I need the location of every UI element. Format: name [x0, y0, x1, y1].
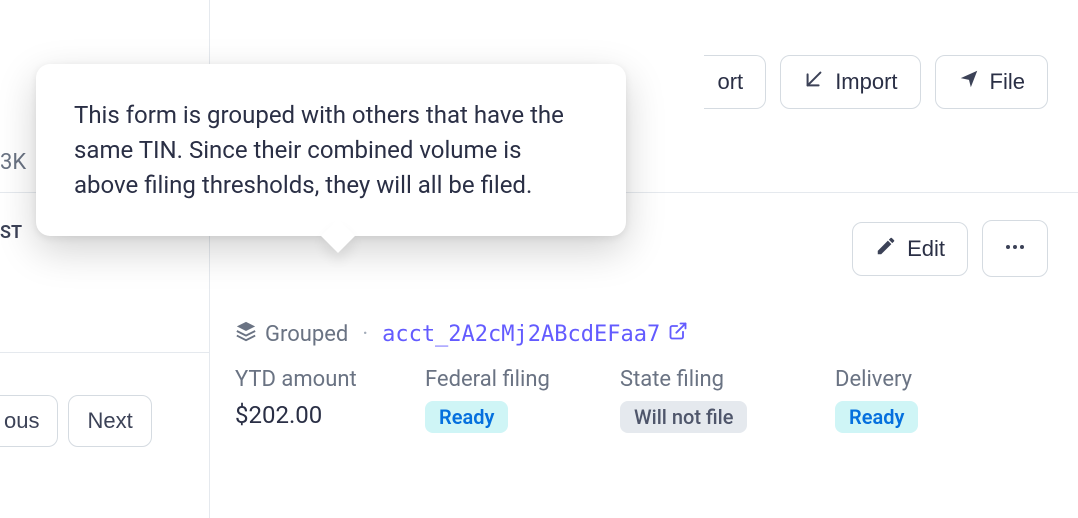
sidebar-divider [0, 352, 210, 353]
grouped-indicator: Grouped [235, 320, 348, 348]
sidebar-fragment-count: 3K [0, 150, 26, 175]
import-button-label: Import [835, 69, 897, 95]
previous-button-label: ous [4, 408, 39, 434]
stat-state-badge: Will not file [620, 401, 747, 433]
layers-icon [235, 320, 257, 348]
sidebar-fragment-label: ST [0, 222, 22, 243]
stat-federal-badge: Ready [425, 401, 508, 433]
ellipsis-icon [1003, 235, 1027, 262]
grouped-label: Grouped [265, 322, 348, 347]
stat-delivery-label: Delivery [835, 365, 1015, 395]
next-button[interactable]: Next [68, 395, 151, 447]
import-arrow-icon [803, 68, 825, 96]
previous-button[interactable]: ous [0, 395, 58, 447]
file-button[interactable]: File [935, 55, 1048, 109]
stat-state: State filing Will not file [620, 365, 835, 433]
toolbar: ort Import File [704, 55, 1049, 109]
meta-row: Grouped · acct_2A2cMj2ABcdEFaa7 [235, 320, 688, 348]
grouped-tooltip: This form is grouped with others that ha… [36, 64, 626, 236]
stat-ytd-value: $202.00 [235, 401, 425, 429]
meta-separator: · [362, 322, 368, 347]
more-button[interactable] [982, 220, 1048, 277]
stat-ytd: YTD amount $202.00 [235, 365, 425, 429]
export-button[interactable]: ort [704, 55, 767, 109]
stat-state-label: State filing [620, 365, 835, 395]
next-button-label: Next [87, 408, 132, 434]
pager: ous Next [0, 395, 152, 447]
grouped-tooltip-text: This form is grouped with others that ha… [74, 101, 564, 199]
file-button-label: File [990, 69, 1025, 95]
account-id: acct_2A2cMj2ABcdEFaa7 [382, 322, 660, 347]
stat-ytd-label: YTD amount [235, 365, 425, 395]
edit-button-label: Edit [907, 236, 945, 262]
stat-delivery: Delivery Ready [835, 365, 1015, 433]
stat-federal: Federal filing Ready [425, 365, 620, 433]
stats-row: YTD amount $202.00 Federal filing Ready … [235, 365, 1048, 433]
account-link[interactable]: acct_2A2cMj2ABcdEFaa7 [382, 321, 688, 347]
stat-federal-label: Federal filing [425, 365, 620, 395]
pencil-icon [875, 235, 897, 263]
export-button-label: ort [718, 69, 744, 95]
external-link-icon [668, 321, 688, 347]
import-button[interactable]: Import [780, 55, 920, 109]
stat-delivery-badge: Ready [835, 401, 918, 433]
edit-button[interactable]: Edit [852, 222, 968, 276]
send-icon [958, 68, 980, 96]
